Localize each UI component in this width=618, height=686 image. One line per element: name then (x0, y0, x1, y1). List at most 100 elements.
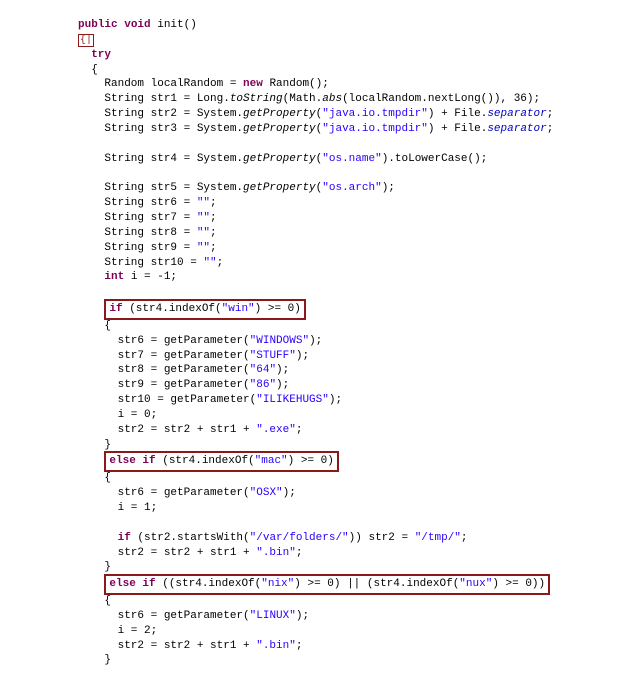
string-literal: "java.io.tmpdir" (322, 108, 428, 120)
string-literal: "/var/folders/" (250, 532, 349, 544)
static-method: getProperty (243, 182, 316, 194)
brace: } (104, 439, 111, 451)
brace: } (104, 654, 111, 666)
string-literal: "WINDOWS" (250, 335, 309, 347)
string-literal: "" (197, 242, 210, 254)
code-line: str9 = getParameter( (118, 379, 250, 391)
code-line: i = 0; (118, 409, 158, 421)
code-line: str10 = getParameter( (118, 394, 257, 406)
field-ref: separator (487, 123, 546, 135)
code-line: ; (296, 424, 303, 436)
code-line: str2 = str2 + str1 + (118, 424, 257, 436)
code-line: str7 = getParameter( (118, 350, 250, 362)
code-line: String str3 = System. (104, 123, 243, 135)
code-line: ; (461, 532, 468, 544)
code-line: i = -1; (124, 271, 177, 283)
code-line: str2 = str2 + str1 + (118, 640, 257, 652)
keyword-else: else (109, 455, 135, 467)
code-line: ) + File. (428, 108, 487, 120)
code-line: (Math. (283, 93, 323, 105)
code-line: ) + File. (428, 123, 487, 135)
string-literal: "" (197, 227, 210, 239)
code-line: str8 = getParameter( (118, 364, 250, 376)
code-line: )) str2 = (349, 532, 415, 544)
code-line: ); (276, 379, 289, 391)
code-line: Random localRandom = (104, 78, 243, 90)
field-ref: separator (487, 108, 546, 120)
code-line: (str2.startsWith( (131, 532, 250, 544)
string-literal: "LINUX" (250, 610, 296, 622)
string-literal: ".bin" (256, 547, 296, 559)
string-literal: "64" (250, 364, 276, 376)
code-line: ; (210, 212, 217, 224)
static-method: toString (230, 93, 283, 105)
brace: { (91, 64, 98, 76)
code-line: ) >= 0)) (492, 578, 545, 590)
code-line: Random(); (263, 78, 329, 90)
string-literal: "/tmp/" (415, 532, 461, 544)
highlight-box-nix: else if ((str4.indexOf("nix") >= 0) || (… (104, 574, 550, 595)
code-line: ; (210, 197, 217, 209)
keyword-if: if (109, 303, 122, 315)
brace: { (104, 320, 111, 332)
brace: { (104, 595, 111, 607)
code-line: ); (296, 610, 309, 622)
code-line: ).toLowerCase(); (382, 153, 488, 165)
code-line: ; (296, 640, 303, 652)
keyword-int: int (104, 271, 124, 283)
string-literal: "STUFF" (250, 350, 296, 362)
code-line: ); (276, 364, 289, 376)
keyword-if: if (142, 578, 155, 590)
code-line: (str4.indexOf( (156, 455, 255, 467)
code-line: ; (547, 108, 554, 120)
cursor-brace: {| (78, 34, 94, 47)
code-snippet: public void init() {| try { Random local… (0, 0, 618, 686)
code-line: ; (547, 123, 554, 135)
keyword-if: if (142, 455, 155, 467)
code-line: String str6 = (104, 197, 196, 209)
keyword-if: if (118, 532, 131, 544)
static-method: getProperty (243, 123, 316, 135)
method-name: init() (157, 19, 197, 31)
code-line: String str4 = System. (104, 153, 243, 165)
code-line: str6 = getParameter( (118, 610, 250, 622)
code-line: ; (296, 547, 303, 559)
code-line: ; (210, 227, 217, 239)
highlight-box-win: if (str4.indexOf("win") >= 0) (104, 299, 305, 320)
code-line: str2 = str2 + str1 + (118, 547, 257, 559)
code-line: (localRandom.nextLong()), 36); (342, 93, 540, 105)
code-line: ) >= 0) (288, 455, 334, 467)
static-method: getProperty (243, 153, 316, 165)
code-line: String str2 = System. (104, 108, 243, 120)
keyword-public: public (78, 19, 118, 31)
string-literal: "nux" (459, 578, 492, 590)
string-literal: "OSX" (250, 487, 283, 499)
code-line: str6 = getParameter( (118, 335, 250, 347)
keyword-new: new (243, 78, 263, 90)
code-line: i = 1; (118, 502, 158, 514)
string-literal: "os.name" (322, 153, 381, 165)
code-line: ); (329, 394, 342, 406)
code-line: String str5 = System. (104, 182, 243, 194)
keyword-else: else (109, 578, 135, 590)
code-line: (str4.indexOf( (123, 303, 222, 315)
string-literal: "os.arch" (322, 182, 381, 194)
keyword-void: void (124, 19, 150, 31)
string-literal: "" (197, 212, 210, 224)
code-line: ); (283, 487, 296, 499)
code-line: String str9 = (104, 242, 196, 254)
static-method: abs (322, 93, 342, 105)
string-literal: "" (197, 197, 210, 209)
code-line: i = 2; (118, 625, 158, 637)
code-line: str6 = getParameter( (118, 487, 250, 499)
code-line: ) >= 0) || (str4.indexOf( (294, 578, 459, 590)
highlight-box-mac: else if (str4.indexOf("mac") >= 0) (104, 451, 338, 472)
code-line: ; (217, 257, 224, 269)
static-method: getProperty (243, 108, 316, 120)
code-line: String str8 = (104, 227, 196, 239)
brace: { (104, 472, 111, 484)
string-literal: "win" (222, 303, 255, 315)
keyword-try: try (91, 49, 111, 61)
string-literal: "mac" (255, 455, 288, 467)
code-line: ) >= 0) (255, 303, 301, 315)
